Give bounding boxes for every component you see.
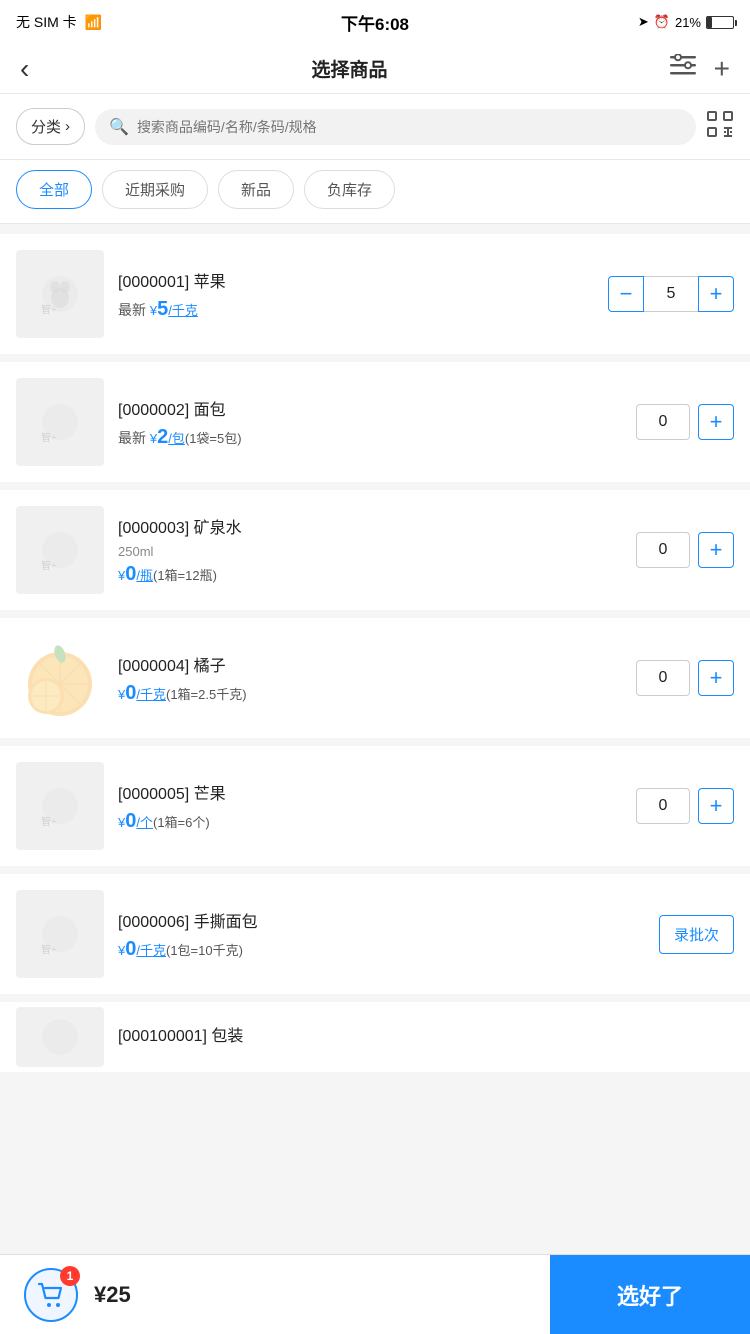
product-image [16,1007,104,1067]
status-left: 无 SIM 卡 📶 [16,12,102,32]
product-info: [0000002] 面包 最新 ¥2/包(1袋=5包) [118,396,622,449]
product-list: 智+ [0000001] 苹果 最新 ¥5/千克 − + 智+ [0000002… [0,224,750,1090]
quantity-input[interactable] [636,788,690,824]
product-price: ¥0/千克(1包=10千克) [118,938,645,961]
back-button[interactable]: ‹ [20,53,29,85]
product-price: ¥0/瓶(1箱=12瓶) [118,563,622,586]
quantity-control: + [636,788,734,824]
product-image: 智+ [16,890,104,978]
search-area: 分类 › 🔍 [0,94,750,160]
svg-text:智+: 智+ [41,815,57,828]
status-right: ➤ ⏰ 21% [638,14,734,30]
quantity-control: + [636,660,734,696]
increase-button[interactable]: + [698,660,734,696]
tab-negative[interactable]: 负库存 [304,170,395,209]
carrier-label: 无 SIM 卡 [16,12,77,32]
page-title: 选择商品 [311,55,387,82]
product-name: [0000002] 面包 [118,396,622,420]
filter-button[interactable] [670,54,696,83]
tab-new[interactable]: 新品 [218,170,294,209]
product-image [16,634,104,722]
quantity-control: + [636,404,734,440]
wifi-icon: 📶 [85,14,102,31]
list-item: [0000004] 橘子 ¥0/千克(1箱=2.5千克) + [0,618,750,738]
alarm-icon: ⏰ [654,14,670,30]
product-image: 智+ [16,762,104,850]
product-info: [0000005] 芒果 ¥0/个(1箱=6个) [118,780,622,833]
quantity-input[interactable] [644,276,698,312]
product-image: 智+ [16,250,104,338]
quantity-input[interactable] [636,404,690,440]
quantity-input[interactable] [636,660,690,696]
svg-text:智+: 智+ [41,559,57,572]
svg-text:智+: 智+ [41,943,57,956]
search-input[interactable] [137,119,682,135]
cart-total: ¥25 [94,1282,131,1308]
increase-button[interactable]: + [698,532,734,568]
list-item: 智+ [0000006] 手撕面包 ¥0/千克(1包=10千克) 录批次 [0,874,750,994]
product-image: 智+ [16,378,104,466]
status-bar: 无 SIM 卡 📶 下午6:08 ➤ ⏰ 21% [0,0,750,44]
svg-text:智+: 智+ [41,431,57,444]
cart-section: 1 ¥25 [0,1268,550,1322]
category-button[interactable]: 分类 › [16,108,85,145]
list-item: 智+ [0000005] 芒果 ¥0/个(1箱=6个) + [0,746,750,866]
category-label: 分类 [31,116,61,137]
search-input-wrap: 🔍 [95,109,696,145]
nav-actions: + [670,53,730,85]
nav-bar: ‹ 选择商品 + [0,44,750,94]
increase-button[interactable]: + [698,404,734,440]
scan-button[interactable] [706,110,734,144]
product-name: [0000003] 矿泉水 [118,514,622,538]
product-price: 最新 ¥5/千克 [118,298,594,321]
quantity-control: + [636,532,734,568]
quantity-input[interactable] [636,532,690,568]
tab-all[interactable]: 全部 [16,170,92,209]
location-icon: ➤ [638,14,649,30]
product-info: [0000006] 手撕面包 ¥0/千克(1包=10千克) [118,908,645,961]
list-item: 智+ [0000001] 苹果 最新 ¥5/千克 − + [0,234,750,354]
product-info: [0000003] 矿泉水 250ml ¥0/瓶(1箱=12瓶) [118,514,622,586]
product-price: 最新 ¥2/包(1袋=5包) [118,426,622,449]
product-name: [0000005] 芒果 [118,780,622,804]
product-name: [0000004] 橘子 [118,652,622,676]
batch-button[interactable]: 录批次 [659,915,734,954]
decrease-button[interactable]: − [608,276,644,312]
battery-fill [707,17,712,28]
battery-bar [706,16,734,29]
product-price: ¥0/个(1箱=6个) [118,810,622,833]
product-name: [0000001] 苹果 [118,268,594,292]
list-item: 智+ [0000003] 矿泉水 250ml ¥0/瓶(1箱=12瓶) + [0,490,750,610]
product-info: [0000004] 橘子 ¥0/千克(1箱=2.5千克) [118,652,622,705]
product-info: [0000001] 苹果 最新 ¥5/千克 [118,268,594,321]
product-name: [000100001] 包装 [118,1022,734,1046]
search-icon: 🔍 [109,117,129,137]
battery-label: 21% [675,15,701,30]
product-price: ¥0/千克(1箱=2.5千克) [118,682,622,705]
confirm-button[interactable]: 选好了 [550,1255,750,1334]
cart-badge: 1 [60,1266,80,1286]
product-info: [000100001] 包装 [118,1022,734,1052]
cart-icon-button[interactable]: 1 [24,1268,78,1322]
increase-button[interactable]: + [698,788,734,824]
product-spec: 250ml [118,544,622,559]
bottom-bar: 1 ¥25 选好了 [0,1254,750,1334]
svg-text:智+: 智+ [41,303,57,316]
list-item: [000100001] 包装 [0,1002,750,1072]
increase-button[interactable]: + [698,276,734,312]
quantity-control: − + [608,276,734,312]
add-button[interactable]: + [714,53,730,85]
tab-recent[interactable]: 近期采购 [102,170,208,209]
status-time: 下午6:08 [341,10,409,35]
product-image: 智+ [16,506,104,594]
list-item: 智+ [0000002] 面包 最新 ¥2/包(1袋=5包) + [0,362,750,482]
category-chevron-icon: › [65,118,70,135]
quantity-control: 录批次 [659,915,734,954]
product-name: [0000006] 手撕面包 [118,908,645,932]
tab-bar: 全部 近期采购 新品 负库存 [0,160,750,224]
